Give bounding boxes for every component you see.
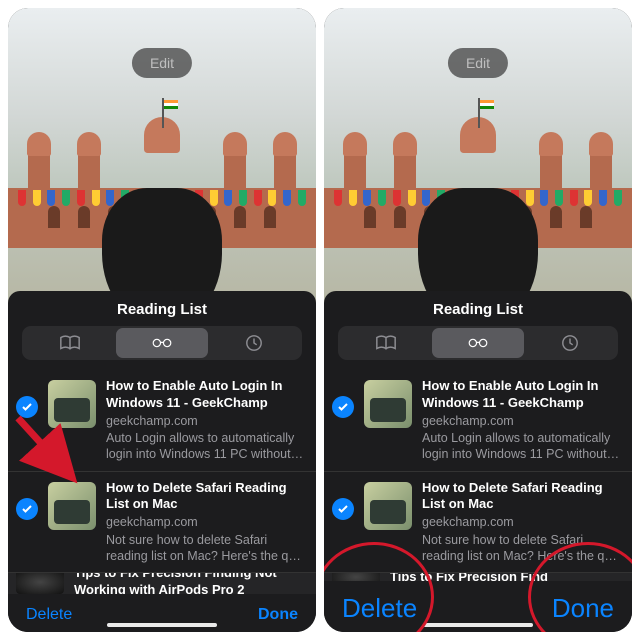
segmented-control[interactable] bbox=[338, 326, 618, 360]
checkmark-icon[interactable] bbox=[332, 396, 354, 418]
item-site: geekchamp.com bbox=[106, 413, 304, 429]
home-indicator[interactable] bbox=[423, 623, 533, 627]
glasses-icon bbox=[467, 334, 489, 352]
item-title: Tips to Fix Precision Finding Not Workin… bbox=[74, 572, 304, 594]
flag-icon bbox=[478, 98, 480, 128]
item-site: geekchamp.com bbox=[106, 514, 304, 530]
clock-icon bbox=[243, 334, 265, 352]
delete-button[interactable]: Delete bbox=[26, 606, 72, 624]
tab-history[interactable] bbox=[208, 328, 300, 358]
annotation-arrow bbox=[8, 408, 98, 498]
tab-history[interactable] bbox=[524, 328, 616, 358]
home-indicator[interactable] bbox=[107, 623, 217, 627]
tab-reading-list[interactable] bbox=[116, 328, 208, 358]
sheet-title: Reading List bbox=[324, 291, 632, 326]
glasses-icon bbox=[151, 334, 173, 352]
item-title: How to Delete Safari Reading List on Mac bbox=[422, 480, 620, 514]
book-icon bbox=[59, 334, 81, 352]
tab-reading-list[interactable] bbox=[432, 328, 524, 358]
screenshot-right: Edit Reading List How to Enable Auto Log… bbox=[324, 8, 632, 632]
sheet-title: Reading List bbox=[8, 291, 316, 326]
segmented-control[interactable] bbox=[22, 326, 302, 360]
item-description: Auto Login allows to automatically login… bbox=[106, 430, 304, 463]
book-icon bbox=[375, 334, 397, 352]
tab-bookmarks[interactable] bbox=[340, 328, 432, 358]
item-title: How to Delete Safari Reading List on Mac bbox=[106, 480, 304, 514]
edit-button[interactable]: Edit bbox=[448, 48, 508, 78]
thumbnail bbox=[364, 482, 412, 530]
item-description: Not sure how to delete Safari reading li… bbox=[106, 532, 304, 565]
clock-icon bbox=[559, 334, 581, 352]
checkmark-icon[interactable] bbox=[16, 498, 38, 520]
item-site: geekchamp.com bbox=[422, 413, 620, 429]
item-site: geekchamp.com bbox=[422, 514, 620, 530]
tab-bookmarks[interactable] bbox=[24, 328, 116, 358]
thumbnail bbox=[364, 380, 412, 428]
done-button[interactable]: Done bbox=[258, 606, 298, 624]
flag-icon bbox=[162, 98, 164, 128]
thumbnail bbox=[16, 572, 64, 593]
item-title: How to Enable Auto Login In Windows 11 -… bbox=[422, 378, 620, 412]
item-title: How to Enable Auto Login In Windows 11 -… bbox=[106, 378, 304, 412]
list-item[interactable]: Tips to Fix Precision Finding Not Workin… bbox=[8, 572, 316, 594]
checkmark-icon[interactable] bbox=[332, 498, 354, 520]
list-item[interactable]: How to Enable Auto Login In Windows 11 -… bbox=[324, 370, 632, 471]
edit-button[interactable]: Edit bbox=[132, 48, 192, 78]
screenshot-left: Edit Reading List How to Enable Auto Log… bbox=[8, 8, 316, 632]
item-description: Auto Login allows to automatically login… bbox=[422, 430, 620, 463]
